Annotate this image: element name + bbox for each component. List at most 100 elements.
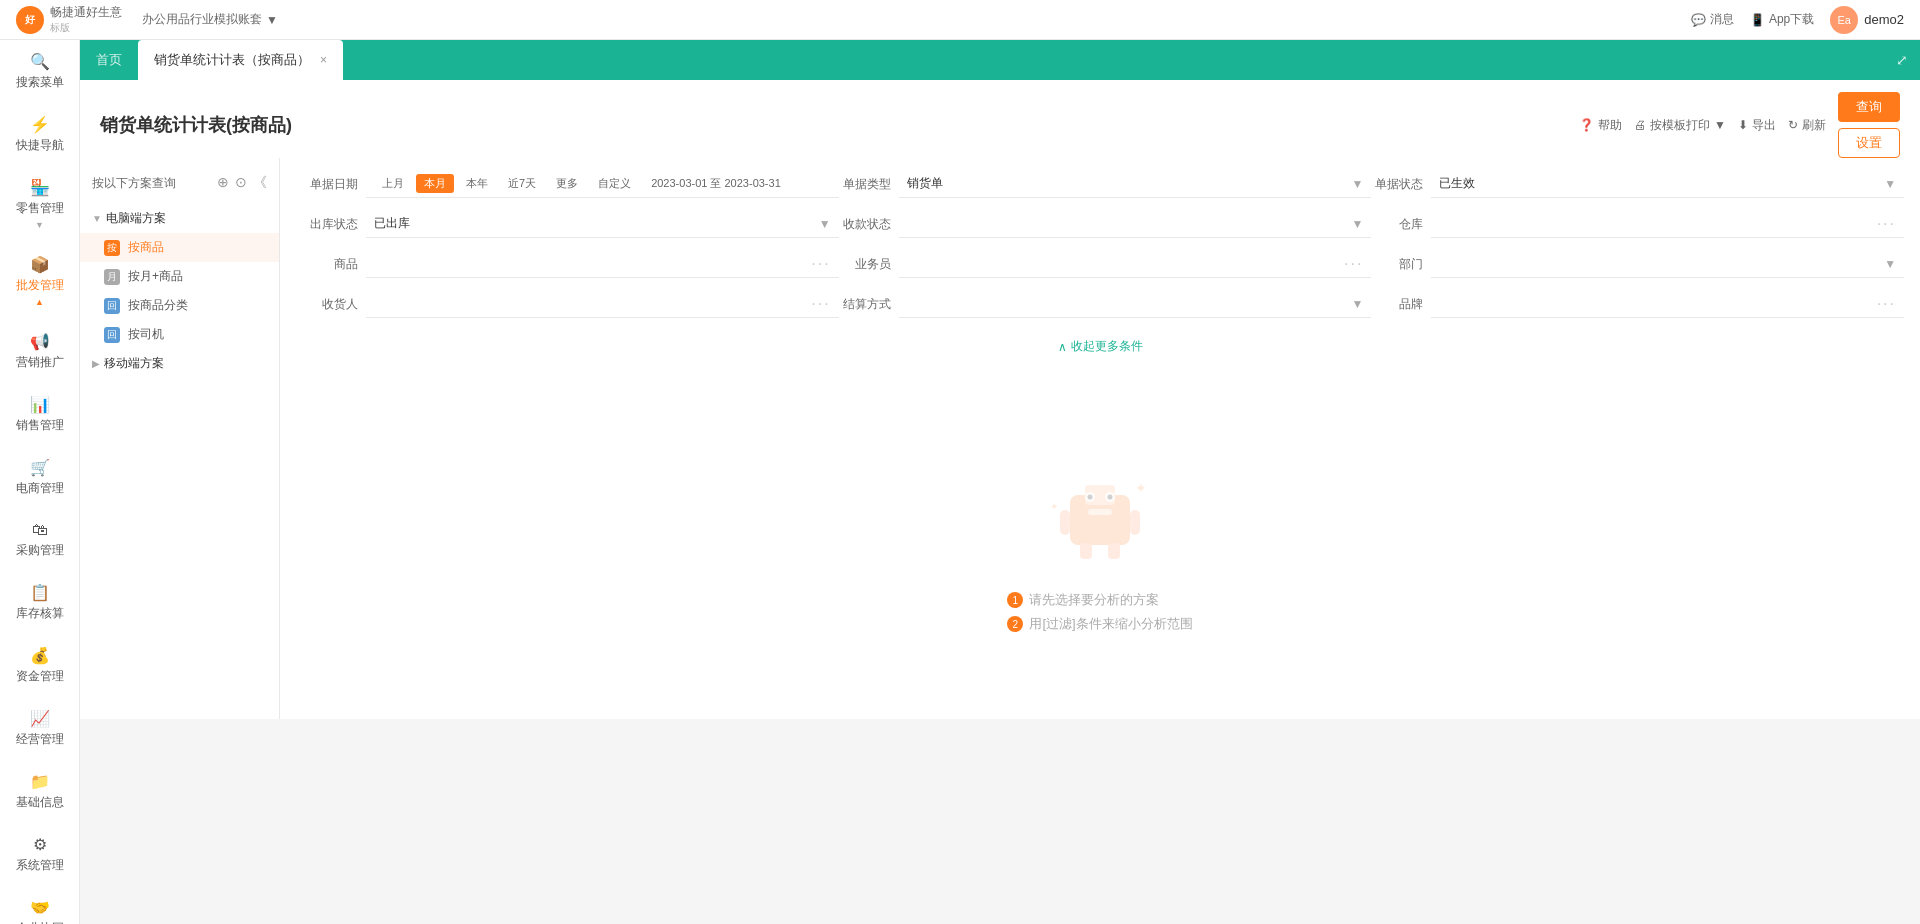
storage-filter[interactable]: ··· <box>1431 210 1904 238</box>
date-filter[interactable]: 上月 本月 本年 近7天 更多 自定义 2023-03-01 至 2023-03… <box>366 170 839 198</box>
date-label: 单据日期 <box>296 176 366 193</box>
sidebar-item-basic-info[interactable]: 📁 基础信息 <box>0 760 79 823</box>
svg-rect-8 <box>1130 510 1140 535</box>
sidebar-item-quick-nav[interactable]: ⚡ 快捷导航 <box>0 103 79 166</box>
storage-dots: ··· <box>1877 215 1896 233</box>
category-icon: 回 <box>104 298 120 314</box>
collapse-panel-button[interactable]: 《 <box>253 174 267 192</box>
date-range-display: 2023-03-01 至 2023-03-31 <box>651 176 781 191</box>
svg-point-4 <box>1088 495 1093 500</box>
quick-nav-icon: ⚡ <box>4 115 75 134</box>
header-actions: ❓ 帮助 🖨 按模板打印 ▼ ⬇ 导出 ↻ 刷新 <box>1579 92 1900 158</box>
date-btn-more[interactable]: 更多 <box>548 174 586 193</box>
print-button[interactable]: 🖨 按模板打印 ▼ <box>1634 117 1726 134</box>
refresh-button[interactable]: ↻ 刷新 <box>1788 117 1826 134</box>
tree-expand-icon: ▼ <box>92 213 102 224</box>
operations-icon: 📈 <box>4 709 75 728</box>
settings-button[interactable]: 设置 <box>1838 128 1900 158</box>
sidebar-item-ecommerce[interactable]: 🛒 电商管理 <box>0 446 79 509</box>
message-button[interactable]: 💬 消息 <box>1691 11 1734 28</box>
doc-status-filter[interactable]: 已生效 ▼ <box>1431 170 1904 198</box>
sidebar-item-finance[interactable]: 💰 资金管理 <box>0 634 79 697</box>
tree-item-by-month-goods[interactable]: 月 按月+商品 <box>80 262 279 291</box>
page-content: 销货单统计计表(按商品) ❓ 帮助 🖨 按模板打印 ▼ ⬇ 导出 <box>80 80 1920 924</box>
date-btn-this-year[interactable]: 本年 <box>458 174 496 193</box>
export-button[interactable]: ⬇ 导出 <box>1738 117 1776 134</box>
tree-item-desktop[interactable]: ▼ 电脑端方案 <box>80 204 279 233</box>
empty-illustration: ✦ ✦ <box>1040 455 1160 575</box>
filter-container: 单据日期 上月 本月 本年 近7天 更多 自定义 2023-03-01 至 20… <box>280 158 1920 375</box>
doc-type-arrow-icon: ▼ <box>1351 177 1363 191</box>
date-btn-7days[interactable]: 近7天 <box>500 174 544 193</box>
sidebar-item-operations[interactable]: 📈 经营管理 <box>0 697 79 760</box>
date-btn-custom[interactable]: 自定义 <box>590 174 639 193</box>
system-icon: ⚙ <box>4 835 75 854</box>
wholesale-icon: 📦 <box>4 255 75 274</box>
sidebar-item-marketing[interactable]: 📢 营销推广 <box>0 320 79 383</box>
doc-type-filter[interactable]: 销货单 ▼ <box>899 170 1372 198</box>
sidebar-item-purchase[interactable]: 🛍 采购管理 <box>0 509 79 571</box>
warehouse-status-label: 出库状态 <box>296 216 366 233</box>
industry-selector[interactable]: 办公用品行业模拟账套 ▼ <box>142 11 278 28</box>
month-goods-icon: 月 <box>104 269 120 285</box>
tree-item-mobile[interactable]: ▶ 移动端方案 <box>80 349 279 378</box>
salesman-filter[interactable]: ··· <box>899 250 1372 278</box>
add-scheme-button[interactable]: ⊕ <box>217 174 229 192</box>
content-area: 首页 销货单统计计表（按商品） × ⤢ 销货单统计计表(按商品) ❓ 帮助 <box>80 40 1920 924</box>
tab-active[interactable]: 销货单统计计表（按商品） × <box>138 40 343 80</box>
query-button[interactable]: 查询 <box>1838 92 1900 122</box>
help-button[interactable]: ❓ 帮助 <box>1579 117 1622 134</box>
logo-icon: 好 <box>16 6 44 34</box>
sidebar-item-wholesale[interactable]: 📦 批发管理 ▲ <box>0 243 79 320</box>
sidebar-item-search[interactable]: 🔍 搜索菜单 <box>0 40 79 103</box>
tab-close-icon[interactable]: × <box>320 53 327 67</box>
sales-icon: 📊 <box>4 395 75 414</box>
tree-section: ▼ 电脑端方案 按 按商品 月 按月+商品 回 <box>80 200 279 382</box>
search-icon: 🔍 <box>4 52 75 71</box>
collapse-button[interactable]: ∧ 收起更多条件 <box>296 330 1904 363</box>
right-content: 单据日期 上月 本月 本年 近7天 更多 自定义 2023-03-01 至 20… <box>280 158 1920 719</box>
settings-scheme-button[interactable]: ⊙ <box>235 174 247 192</box>
logo-area: 好 畅捷通好生意 标版 <box>16 4 122 35</box>
sidebar-item-inventory[interactable]: 📋 库存核算 <box>0 571 79 634</box>
settlement-label: 结算方式 <box>839 296 899 313</box>
sidebar-item-collab[interactable]: 🤝 企业协同 <box>0 886 79 924</box>
avatar: Ea <box>1830 6 1858 34</box>
goods-scheme-icon: 按 <box>104 240 120 256</box>
date-btn-this-month[interactable]: 本月 <box>416 174 454 193</box>
tip-num-1: 1 <box>1007 592 1023 608</box>
brand-filter[interactable]: ··· <box>1431 290 1904 318</box>
page-title: 销货单统计计表(按商品) <box>100 113 292 137</box>
warehouse-status-filter[interactable]: 已出库 ▼ <box>366 210 839 238</box>
sidebar-item-sales[interactable]: 📊 销售管理 <box>0 383 79 446</box>
settlement-filter[interactable]: ▼ <box>899 290 1372 318</box>
filter-row-3: 商品 ··· 业务员 ··· 部门 ▼ <box>296 250 1904 278</box>
goods-filter[interactable]: ··· <box>366 250 839 278</box>
tree-item-by-driver[interactable]: 回 按司机 <box>80 320 279 349</box>
date-btn-last-month[interactable]: 上月 <box>374 174 412 193</box>
expand-icon: ⤢ <box>1896 52 1908 68</box>
dept-filter[interactable]: ▼ <box>1431 250 1904 278</box>
help-icon: ❓ <box>1579 118 1594 132</box>
filter-row-4: 收货人 ··· 结算方式 ▼ 品牌 ··· <box>296 290 1904 318</box>
topbar-right: 💬 消息 📱 App下载 Ea demo2 <box>1691 6 1904 34</box>
filter-row-2: 出库状态 已出库 ▼ 收款状态 ▼ 仓库 <box>296 210 1904 238</box>
print-icon: 🖨 <box>1634 118 1646 132</box>
tree-item-by-category[interactable]: 回 按商品分类 <box>80 291 279 320</box>
user-area[interactable]: Ea demo2 <box>1830 6 1904 34</box>
payment-status-filter[interactable]: ▼ <box>899 210 1372 238</box>
page-header: 销货单统计计表(按商品) ❓ 帮助 🖨 按模板打印 ▼ ⬇ 导出 <box>80 80 1920 158</box>
sidebar-item-system[interactable]: ⚙ 系统管理 <box>0 823 79 886</box>
tab-home[interactable]: 首页 <box>80 40 138 80</box>
left-panel: 按以下方案查询 ⊕ ⊙ 《 ▼ 电脑端方案 <box>80 158 280 719</box>
dept-label: 部门 <box>1371 256 1431 273</box>
tree-item-by-goods[interactable]: 按 按商品 <box>80 233 279 262</box>
tab-expand-button[interactable]: ⤢ <box>1884 52 1920 68</box>
basic-info-icon: 📁 <box>4 772 75 791</box>
app-download-button[interactable]: 📱 App下载 <box>1750 11 1814 28</box>
settlement-arrow-icon: ▼ <box>1351 297 1363 311</box>
driver-icon: 回 <box>104 327 120 343</box>
retail-icon: 🏪 <box>4 178 75 197</box>
recipient-filter[interactable]: ··· <box>366 290 839 318</box>
sidebar-item-retail[interactable]: 🏪 零售管理 ▼ <box>0 166 79 243</box>
